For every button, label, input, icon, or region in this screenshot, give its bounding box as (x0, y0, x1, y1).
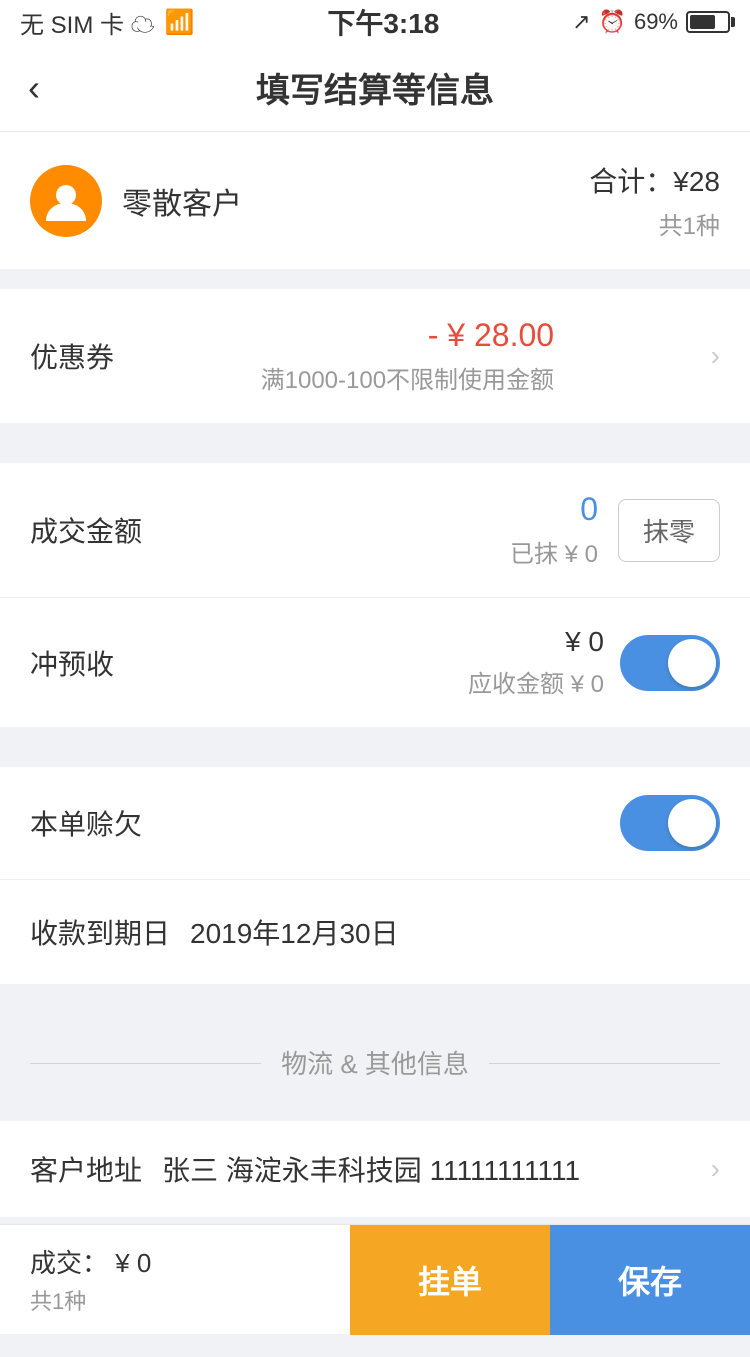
battery-icon (686, 11, 730, 33)
battery-percent: 69% (634, 9, 678, 35)
transaction-section: 成交金额 0 已抹 ¥ 0 抹零 冲预收 ¥ 0 应收金额 ¥ 0 (0, 463, 750, 727)
location-icon: ↗ (572, 9, 590, 35)
address-label: 客户地址 (30, 1149, 142, 1189)
hang-button[interactable]: 挂单 (350, 1225, 550, 1335)
address-row[interactable]: 客户地址 张三 海淀永丰科技园 11111111111 › (0, 1121, 750, 1217)
nav-bar: ‹ 填写结算等信息 (0, 44, 750, 132)
bottom-transaction: 成交： ¥ 0 (30, 1243, 320, 1280)
debt-toggle-knob (668, 799, 716, 847)
transaction-row: 成交金额 0 已抹 ¥ 0 抹零 (0, 463, 750, 598)
status-bar: 无 SIM 卡 ☁ 📶 下午3:18 ↗ ⏰ 69% (0, 0, 750, 44)
divider-gray-2 (0, 747, 750, 767)
bottom-summary: 成交： ¥ 0 共1种 (0, 1243, 350, 1316)
status-left: 无 SIM 卡 ☁ 📶 (20, 5, 195, 40)
customer-left: 零散客户 (30, 165, 242, 237)
debt-section: 本单赊欠 收款到期日 2019年12月30日 (0, 767, 750, 984)
customer-count: 共1种 (589, 206, 720, 241)
transaction-sub: 已抹 ¥ 0 (510, 534, 598, 569)
advance-sub: 应收金额 ¥ 0 (468, 664, 604, 699)
customer-name: 零散客户 (122, 179, 242, 223)
advance-amount-col: ¥ 0 应收金额 ¥ 0 (468, 626, 604, 699)
status-time: 下午3:18 (327, 2, 439, 42)
coupon-chevron: › (711, 340, 720, 372)
save-button[interactable]: 保存 (550, 1225, 750, 1335)
status-right: ↗ ⏰ 69% (572, 9, 730, 35)
toggle-knob (668, 639, 716, 687)
wifi-icon: 📶 (165, 8, 195, 37)
battery-fill (690, 15, 715, 29)
debt-row: 本单赊欠 (0, 767, 750, 880)
customer-right: 合计：¥28 共1种 (589, 160, 720, 241)
bottom-transaction-label: 成交： (30, 1248, 108, 1278)
due-date-label: 收款到期日 (30, 912, 170, 952)
divider-gray-3 (0, 1004, 750, 1024)
sim-text: 无 SIM 卡 ☁ (20, 5, 155, 40)
coupon-sub: 满1000-100不限制使用金额 (261, 360, 554, 395)
advance-toggle[interactable] (620, 635, 720, 691)
logistics-divider: 物流 & 其他信息 (0, 1024, 750, 1101)
bottom-count: 共1种 (30, 1284, 320, 1316)
bottom-transaction-value: ¥ 0 (115, 1248, 151, 1278)
due-date-row: 收款到期日 2019年12月30日 (0, 880, 750, 984)
transaction-label: 成交金额 (30, 510, 142, 550)
coupon-value: - ¥ 28.00 (428, 317, 554, 354)
advance-right: ¥ 0 应收金额 ¥ 0 (468, 626, 720, 699)
advance-value: ¥ 0 (565, 626, 604, 658)
debt-toggle[interactable] (620, 795, 720, 851)
transaction-right: 0 已抹 ¥ 0 抹零 (510, 491, 720, 569)
customer-section: 零散客户 合计：¥28 共1种 (0, 132, 750, 269)
coupon-label: 优惠券 (30, 336, 114, 376)
due-date-value: 2019年12月30日 (190, 912, 399, 952)
round-zero-button[interactable]: 抹零 (618, 499, 720, 562)
advance-row: 冲预收 ¥ 0 应收金额 ¥ 0 (0, 598, 750, 727)
avatar (30, 165, 102, 237)
content: 零散客户 合计：¥28 共1种 优惠券 - ¥ 28.00 满1000-100不… (0, 132, 750, 1357)
bottom-bar: 成交： ¥ 0 共1种 挂单 保存 (0, 1224, 750, 1334)
alarm-icon: ⏰ (599, 9, 626, 35)
address-value: 张三 海淀永丰科技园 11111111111 (162, 1149, 701, 1189)
back-button[interactable]: ‹ (28, 67, 40, 109)
advance-label: 冲预收 (30, 643, 114, 683)
address-chevron: › (711, 1153, 720, 1185)
address-section: 客户地址 张三 海淀永丰科技园 11111111111 › (0, 1121, 750, 1217)
divider-gray-4 (0, 1101, 750, 1121)
coupon-row[interactable]: 优惠券 - ¥ 28.00 满1000-100不限制使用金额 › (0, 289, 750, 423)
customer-total: 合计：¥28 (589, 160, 720, 200)
debt-label: 本单赊欠 (30, 803, 142, 843)
coupon-section: 优惠券 - ¥ 28.00 满1000-100不限制使用金额 › (0, 289, 750, 423)
transaction-amount-col: 0 已抹 ¥ 0 (510, 491, 598, 569)
divider-gray (0, 443, 750, 463)
transaction-value: 0 (580, 491, 598, 528)
page-title: 填写结算等信息 (256, 63, 494, 112)
coupon-right: - ¥ 28.00 满1000-100不限制使用金额 (261, 317, 554, 395)
logistics-label: 物流 & 其他信息 (261, 1044, 489, 1081)
